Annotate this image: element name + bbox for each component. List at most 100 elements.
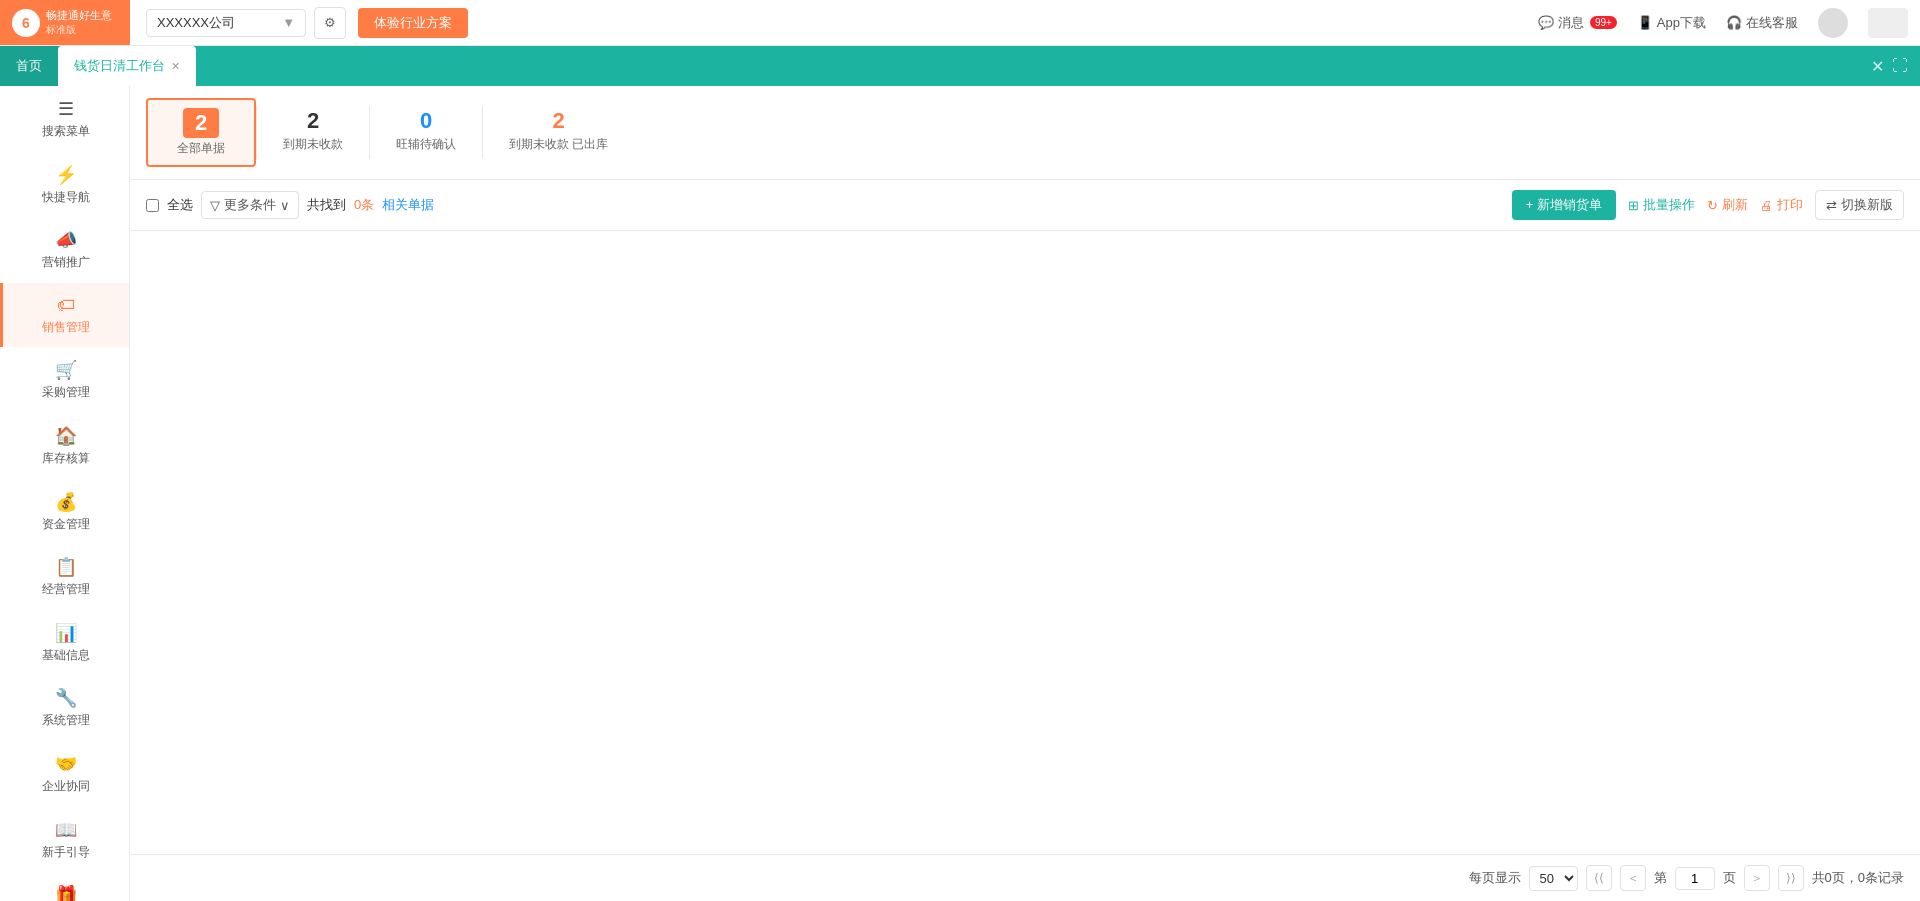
- sidebar-label-guide: 新手引导: [42, 845, 90, 861]
- user-info-area[interactable]: [1868, 8, 1908, 38]
- stat-number-overdue-unshipped: 2: [553, 108, 565, 134]
- page-suffix: 页: [1723, 869, 1736, 887]
- header-right: 💬 消息 99+ 📱 App下载 🎧 在线客服: [1538, 8, 1908, 38]
- select-all-checkbox[interactable]: [146, 199, 159, 212]
- related-orders-link[interactable]: 相关单据: [382, 196, 434, 214]
- stat-number-all: 2: [183, 108, 219, 138]
- filter-label: 更多条件: [224, 196, 276, 214]
- page-input[interactable]: [1675, 867, 1715, 890]
- sidebar-label-cooperation: 企业协同: [42, 779, 90, 795]
- sidebar-item-sales[interactable]: 🏷 销售管理: [0, 283, 129, 348]
- sidebar-item-app-center[interactable]: 🎁 应用中心: [0, 872, 129, 901]
- cooperation-icon: 🤝: [55, 753, 77, 775]
- sidebar-item-cooperation[interactable]: 🤝 企业协同: [0, 741, 129, 807]
- purchase-icon: 🛒: [55, 359, 77, 381]
- gear-icon: ⚙: [324, 15, 336, 30]
- stat-tab-overdue[interactable]: 2 到期未收款: [257, 98, 369, 167]
- batch-operation-button[interactable]: ⊞ 批量操作: [1628, 196, 1695, 214]
- sidebar-item-system[interactable]: 🔧 系统管理: [0, 675, 129, 741]
- select-all-label: 全选: [167, 196, 193, 214]
- content-area: 2 全部单据 2 到期未收款 0 旺辅待确认 2 到期未收款 已出库: [130, 86, 1920, 901]
- print-icon: 🖨: [1760, 198, 1773, 213]
- stat-tab-overdue-unshipped[interactable]: 2 到期未收款 已出库: [483, 98, 634, 167]
- stats-tabs: 2 全部单据 2 到期未收款 0 旺辅待确认 2 到期未收款 已出库: [130, 86, 1920, 180]
- refresh-label: 刷新: [1722, 196, 1748, 214]
- stat-label-pending: 旺辅待确认: [396, 136, 456, 153]
- refresh-button[interactable]: ↻ 刷新: [1707, 196, 1748, 214]
- marketing-icon: 📣: [55, 229, 77, 251]
- tab-bar-right: ✕ ⛶: [1871, 57, 1920, 76]
- message-badge: 99+: [1590, 16, 1617, 29]
- stat-label-overdue-unshipped: 到期未收款 已出库: [509, 136, 608, 153]
- pagination: 每页显示 50 ⟨⟨ ＜ 第 页 ＞ ⟩⟩ 共0页，0条记录: [130, 854, 1920, 901]
- tab-minimize-icon[interactable]: ✕: [1871, 57, 1884, 76]
- search-menu-icon: ☰: [58, 98, 74, 120]
- print-label: 打印: [1777, 196, 1803, 214]
- found-prefix: 共找到: [307, 196, 346, 214]
- company-selector[interactable]: XXXXXX公司 ▼: [146, 9, 306, 37]
- found-count: 0条: [354, 196, 374, 214]
- sidebar-item-quick-nav[interactable]: ⚡ 快捷导航: [0, 152, 129, 218]
- page-last-button[interactable]: ⟩⟩: [1778, 865, 1804, 891]
- filter-button[interactable]: ▽ 更多条件 ∨: [201, 191, 299, 219]
- stat-tab-all[interactable]: 2 全部单据: [146, 98, 256, 167]
- new-order-button[interactable]: + 新增销货单: [1512, 190, 1616, 220]
- switch-version-button[interactable]: ⇄ 切换新版: [1815, 190, 1904, 220]
- sidebar-label-inventory: 库存核算: [42, 451, 90, 467]
- page-prev-button[interactable]: ＜: [1620, 865, 1646, 891]
- page-first-button[interactable]: ⟨⟨: [1586, 865, 1612, 891]
- sidebar-item-base-info[interactable]: 📊 基础信息: [0, 610, 129, 676]
- sidebar-label-operation: 经营管理: [42, 582, 90, 598]
- tab-close-icon[interactable]: ✕: [171, 60, 180, 73]
- sidebar-label-marketing: 营销推广: [42, 255, 90, 271]
- tab-home-label: 首页: [16, 57, 42, 75]
- total-info: 共0页，0条记录: [1812, 869, 1904, 887]
- app-download-item[interactable]: 📱 App下载: [1637, 14, 1706, 32]
- sidebar-label-purchase: 采购管理: [42, 385, 90, 401]
- quick-nav-icon: ⚡: [55, 164, 77, 186]
- app-download-label: App下载: [1657, 14, 1706, 32]
- sidebar-label-base-info: 基础信息: [42, 648, 90, 664]
- page-next-button[interactable]: ＞: [1744, 865, 1770, 891]
- message-item[interactable]: 💬 消息 99+: [1538, 14, 1617, 32]
- finance-icon: 💰: [55, 491, 77, 513]
- inventory-icon: 🏠: [55, 425, 77, 447]
- refresh-icon: ↻: [1707, 198, 1718, 213]
- trial-button[interactable]: 体验行业方案: [358, 8, 468, 38]
- message-icon: 💬: [1538, 15, 1554, 30]
- stat-tab-pending[interactable]: 0 旺辅待确认: [370, 98, 482, 167]
- switch-icon: ⇄: [1826, 198, 1837, 213]
- logo-text: 畅捷通好生意 标准版: [46, 8, 112, 36]
- empty-table-area: [130, 231, 1920, 854]
- sidebar-item-finance[interactable]: 💰 资金管理: [0, 479, 129, 545]
- settings-button[interactable]: ⚙: [314, 7, 346, 39]
- top-header: 6 畅捷通好生意 标准版 XXXXXX公司 ▼ ⚙ 体验行业方案 💬 消息 99…: [0, 0, 1920, 46]
- sidebar-item-inventory[interactable]: 🏠 库存核算: [0, 413, 129, 479]
- operation-icon: 📋: [55, 556, 77, 578]
- filter-icon: ▽: [210, 198, 220, 213]
- sidebar-item-purchase[interactable]: 🛒 采购管理: [0, 347, 129, 413]
- page-size-select[interactable]: 50: [1529, 866, 1578, 891]
- avatar[interactable]: [1818, 8, 1848, 38]
- main-layout: ☰ 搜索菜单 ⚡ 快捷导航 📣 营销推广 🏷 销售管理 🛒 采购管理 🏠 库存核…: [0, 86, 1920, 901]
- sidebar-item-guide[interactable]: 📖 新手引导: [0, 807, 129, 873]
- batch-icon: ⊞: [1628, 198, 1639, 213]
- sidebar-item-marketing[interactable]: 📣 营销推广: [0, 217, 129, 283]
- stat-number-pending: 0: [420, 108, 432, 134]
- online-service-label: 在线客服: [1746, 14, 1798, 32]
- sidebar-item-operation[interactable]: 📋 经营管理: [0, 544, 129, 610]
- tab-bar: 首页 钱货日清工作台 ✕ ✕ ⛶: [0, 46, 1920, 86]
- tab-work-bench[interactable]: 钱货日清工作台 ✕: [58, 46, 196, 86]
- sidebar-label-sales: 销售管理: [42, 320, 90, 336]
- sidebar-item-search-menu[interactable]: ☰ 搜索菜单: [0, 86, 129, 152]
- stat-label-all: 全部单据: [177, 140, 225, 157]
- online-service-item[interactable]: 🎧 在线客服: [1726, 14, 1798, 32]
- tab-maximize-icon[interactable]: ⛶: [1892, 57, 1908, 75]
- download-icon: 📱: [1637, 15, 1653, 30]
- print-button[interactable]: 🖨 打印: [1760, 196, 1803, 214]
- service-icon: 🎧: [1726, 15, 1742, 30]
- tab-home[interactable]: 首页: [0, 46, 58, 86]
- system-icon: 🔧: [55, 687, 77, 709]
- sidebar-label-quick-nav: 快捷导航: [42, 190, 90, 206]
- page-prefix: 第: [1654, 869, 1667, 887]
